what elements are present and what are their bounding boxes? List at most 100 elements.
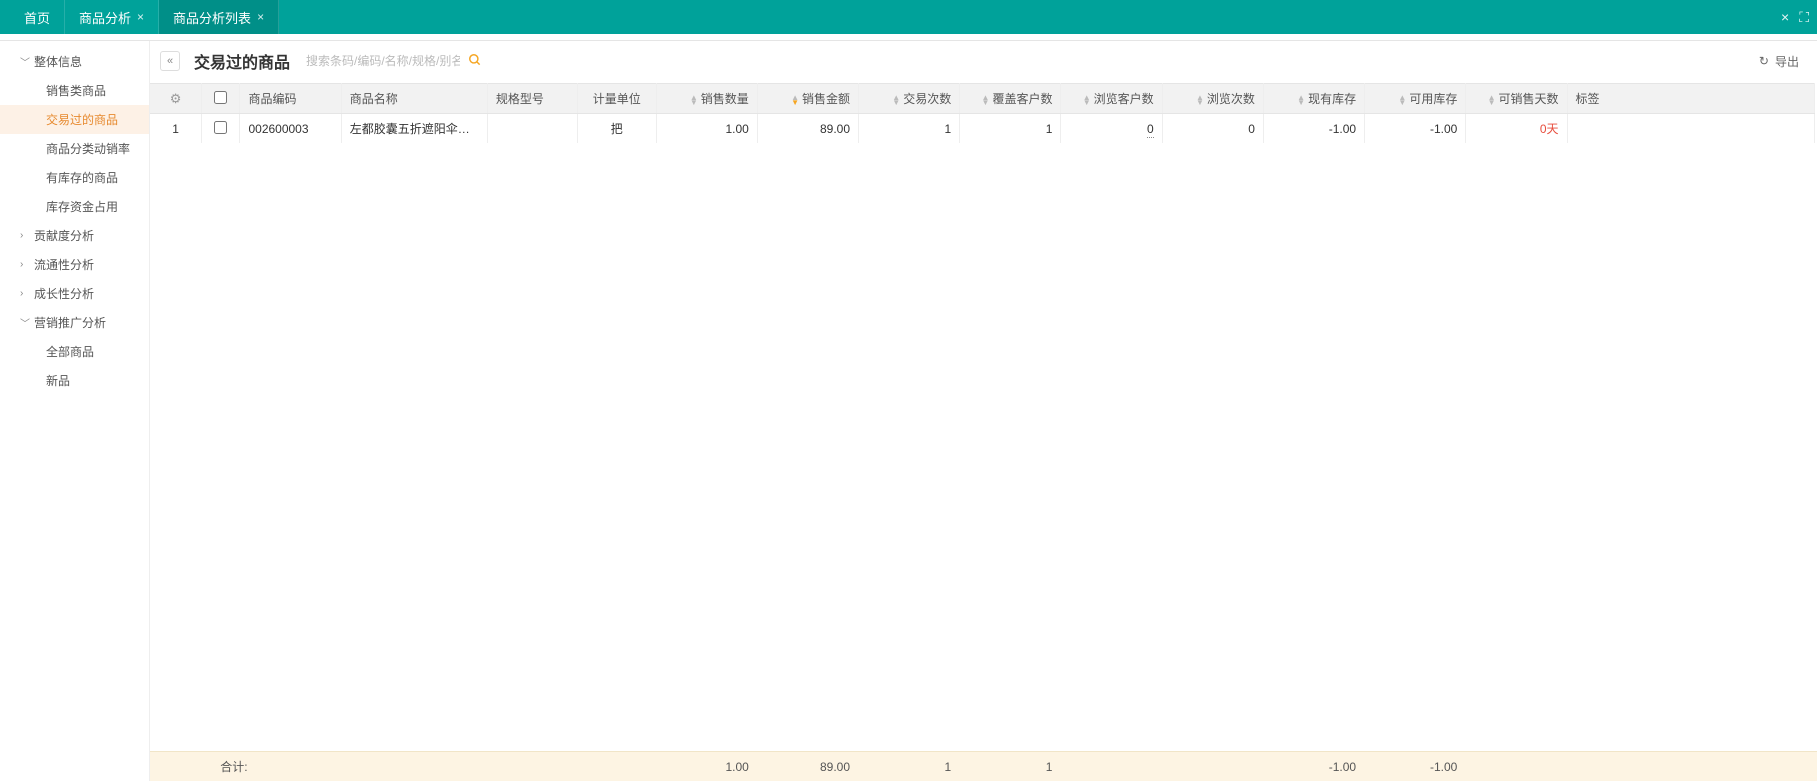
total-trades: 1: [859, 752, 960, 781]
col-avail[interactable]: ▲▼可用库存: [1365, 84, 1466, 114]
chevron-right-icon: ›: [20, 288, 30, 299]
sort-icon: ▲▼: [1297, 95, 1305, 105]
viewers-link[interactable]: 0: [1147, 122, 1154, 138]
tab-home[interactable]: 首页: [10, 0, 65, 34]
cell-amount: 89.00: [757, 114, 858, 144]
cell-stock: -1.00: [1263, 114, 1364, 144]
table-header-row: ⚙商品编码商品名称规格型号计量单位▲▼销售数量▲▼销售金额▲▼交易次数▲▼覆盖客…: [150, 84, 1815, 114]
total-chk: 合计:: [202, 752, 240, 781]
cell-name: 左都胶囊五折遮阳伞防晒伞;: [341, 114, 487, 144]
sidebar: ﹀整体信息销售类商品交易过的商品商品分类动销率有库存的商品库存资金占用›贡献度分…: [0, 41, 150, 781]
sort-icon: ▲▼: [1196, 95, 1204, 105]
tab-label: 商品分析: [79, 8, 131, 27]
col-label: 浏览次数: [1207, 92, 1255, 106]
tab-label: 商品分析列表: [173, 8, 251, 27]
col-days[interactable]: ▲▼可销售天数: [1466, 84, 1567, 114]
sidebar-group[interactable]: › 成长性分析: [0, 279, 149, 308]
table-row[interactable]: 1002600003左都胶囊五折遮阳伞防晒伞;把1.0089.001100-1.…: [150, 114, 1815, 144]
total-viewers: [1061, 752, 1162, 781]
col-label: 计量单位: [593, 92, 641, 106]
col-label: 标签: [1576, 92, 1600, 106]
workspace: ﹀整体信息销售类商品交易过的商品商品分类动销率有库存的商品库存资金占用›贡献度分…: [0, 40, 1817, 781]
sidebar-group[interactable]: ›贡献度分析: [0, 221, 149, 250]
tab-label: 首页: [24, 8, 50, 27]
page-title: 交易过的商品: [194, 49, 290, 73]
col-gear: ⚙: [150, 84, 202, 114]
col-views[interactable]: ▲▼浏览次数: [1162, 84, 1263, 114]
table-wrap: ⚙商品编码商品名称规格型号计量单位▲▼销售数量▲▼销售金额▲▼交易次数▲▼覆盖客…: [150, 83, 1817, 751]
total-qty: 1.00: [656, 752, 757, 781]
cell-trades: 1: [859, 114, 960, 144]
col-name: 商品名称: [341, 84, 487, 114]
col-customers[interactable]: ▲▼覆盖客户数: [960, 84, 1061, 114]
col-stock[interactable]: ▲▼现有库存: [1263, 84, 1364, 114]
total-spec: [487, 752, 577, 781]
col-label: 销售金额: [802, 92, 850, 106]
col-label: 商品名称: [350, 92, 398, 106]
sidebar-group-label: 营销推广分析: [34, 314, 106, 331]
tab-bar: 首页 商品分析 × 商品分析列表 × × ⛶: [0, 0, 1817, 34]
sort-icon: ▲▼: [690, 95, 698, 105]
col-trades[interactable]: ▲▼交易次数: [859, 84, 960, 114]
col-viewers[interactable]: ▲▼浏览客户数: [1061, 84, 1162, 114]
search-icon[interactable]: [468, 53, 482, 70]
total-days: [1466, 752, 1567, 781]
close-icon[interactable]: ×: [137, 10, 144, 24]
fullscreen-icon[interactable]: ⛶: [1799, 9, 1809, 26]
col-amount[interactable]: ▲▼销售金额: [757, 84, 858, 114]
gear-icon[interactable]: ⚙: [170, 91, 182, 106]
cell-tag: [1567, 114, 1814, 144]
sidebar-group[interactable]: ﹀ 营销推广分析: [0, 308, 149, 337]
cell-customers: 1: [960, 114, 1061, 144]
col-label: 可用库存: [1409, 92, 1457, 106]
cell-code: 002600003: [240, 114, 341, 144]
collapse-sidebar-button[interactable]: «: [160, 51, 180, 71]
sort-icon: ▲▼: [791, 95, 799, 105]
sidebar-item[interactable]: 商品分类动销率: [0, 134, 149, 163]
sidebar-item[interactable]: 销售类商品: [0, 76, 149, 105]
sidebar-item[interactable]: 有库存的商品: [0, 163, 149, 192]
total-unit: [577, 752, 656, 781]
tab-product-analysis-list[interactable]: 商品分析列表 ×: [159, 0, 279, 34]
cell-avail: -1.00: [1365, 114, 1466, 144]
sidebar-group-label: 成长性分析: [34, 285, 94, 302]
sort-icon: ▲▼: [982, 95, 990, 105]
col-label: 交易次数: [903, 92, 951, 106]
chevron-right-icon: ›: [20, 230, 30, 241]
cell-viewers: 0: [1061, 114, 1162, 144]
sort-icon: ▲▼: [1488, 95, 1496, 105]
cell-spec: [487, 114, 577, 144]
col-label: 浏览客户数: [1094, 92, 1154, 106]
total-avail: -1.00: [1365, 752, 1466, 781]
total-amount: 89.00: [757, 752, 858, 781]
sidebar-item[interactable]: 全部商品: [0, 337, 149, 366]
sidebar-item[interactable]: 交易过的商品: [0, 105, 149, 134]
close-icon[interactable]: ×: [257, 10, 264, 24]
total-stock: -1.00: [1263, 752, 1364, 781]
col-chk: [202, 84, 240, 114]
sidebar-group[interactable]: ﹀整体信息: [0, 47, 149, 76]
col-code: 商品编码: [240, 84, 341, 114]
chevron-down-icon: ﹀: [20, 315, 30, 330]
sidebar-group-label: 整体信息: [34, 53, 82, 70]
content-header: « 交易过的商品 ↻ 导出: [150, 41, 1817, 83]
row-checkbox[interactable]: [214, 121, 227, 134]
export-button[interactable]: ↻ 导出: [1759, 53, 1799, 70]
search-wrap: [304, 50, 484, 73]
col-qty[interactable]: ▲▼销售数量: [656, 84, 757, 114]
search-input[interactable]: [304, 50, 484, 73]
export-icon: ↻: [1759, 54, 1769, 68]
cell-views: 0: [1162, 114, 1263, 144]
total-name: [341, 752, 487, 781]
sidebar-group-label: 流通性分析: [34, 256, 94, 273]
chevron-right-icon: ›: [20, 259, 30, 270]
tab-product-analysis[interactable]: 商品分析 ×: [65, 0, 159, 34]
sidebar-item[interactable]: 新品: [0, 366, 149, 395]
sidebar-group[interactable]: › 流通性分析: [0, 250, 149, 279]
sidebar-item[interactable]: 库存资金占用: [0, 192, 149, 221]
tabbar-actions: × ⛶: [1781, 0, 1817, 34]
select-all-checkbox[interactable]: [214, 91, 227, 104]
sort-icon: ▲▼: [892, 95, 900, 105]
close-all-icon[interactable]: ×: [1781, 9, 1789, 25]
content: « 交易过的商品 ↻ 导出 ⚙商品编码商品名称规格型号计量单位▲▼销售数量▲▼销…: [150, 41, 1817, 781]
